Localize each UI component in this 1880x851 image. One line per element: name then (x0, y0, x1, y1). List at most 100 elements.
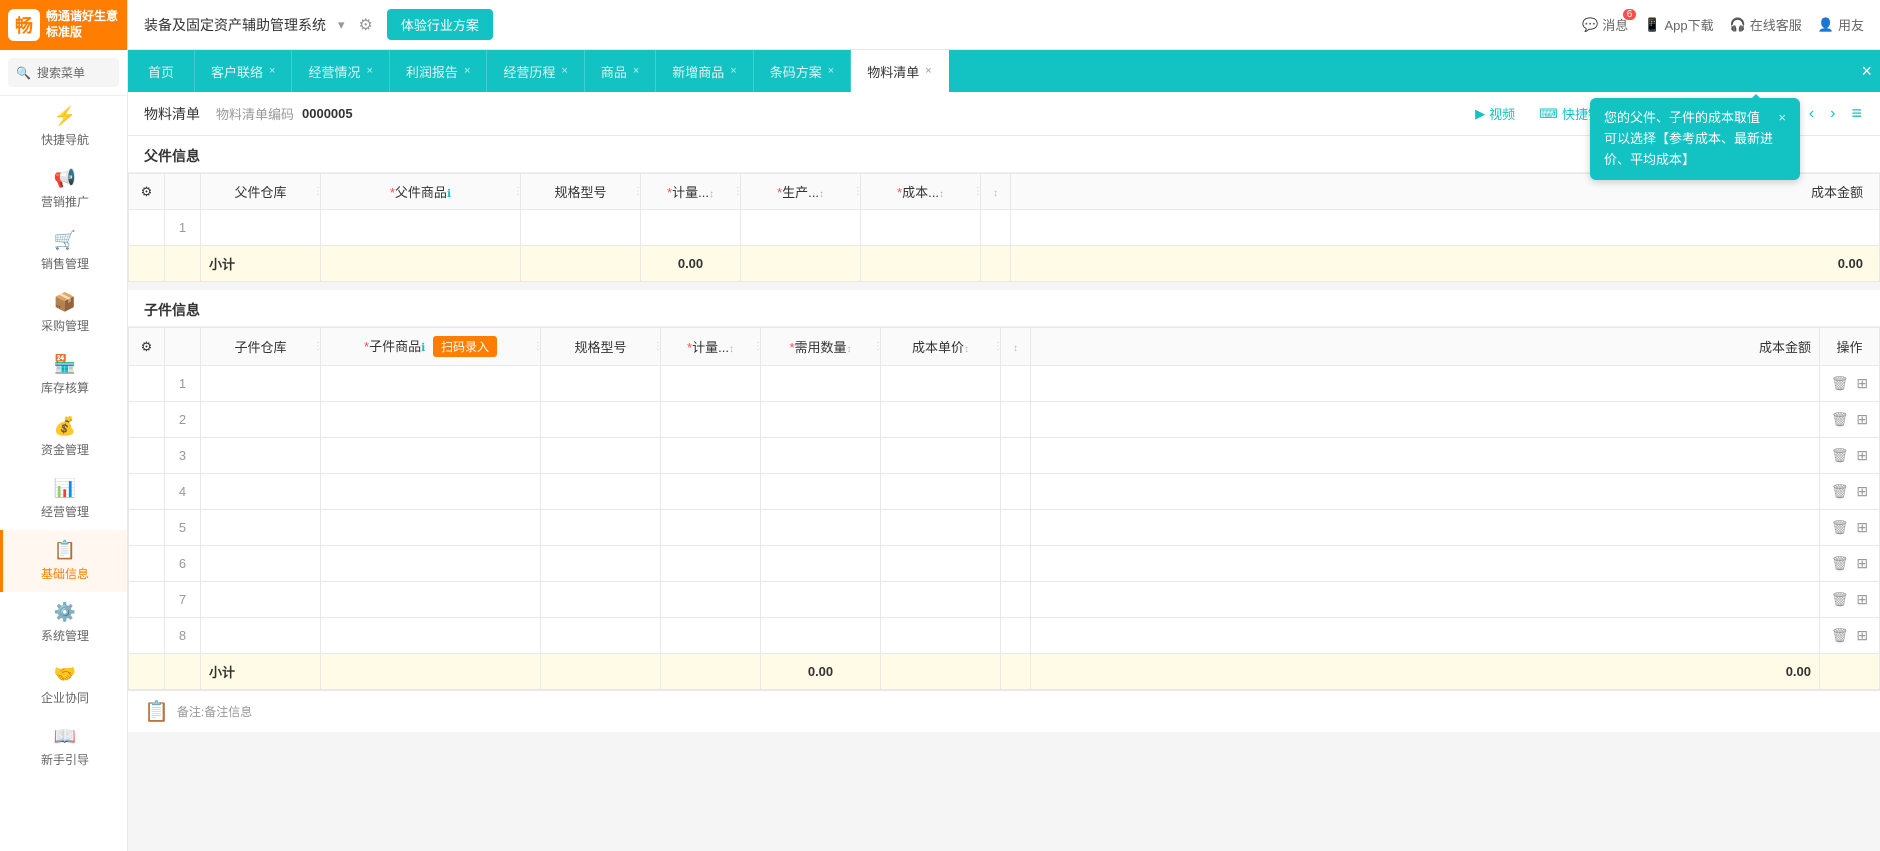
delete-row-3-btn[interactable]: 🗑 (1829, 445, 1851, 466)
child-resize-qty[interactable] (876, 328, 880, 365)
parent-col-settings: ⚙ (129, 174, 165, 210)
tab-bom[interactable]: 物料清单 × (851, 50, 948, 92)
tab-close-bom[interactable]: × (925, 65, 931, 77)
tab-close-operations[interactable]: × (366, 65, 372, 77)
search-menu-button[interactable]: 🔍 搜索菜单 (8, 58, 119, 87)
logo-text: 畅通谐好生意 标准版 (46, 9, 118, 40)
tab-customers[interactable]: 客户联络 × (195, 50, 292, 92)
parent-row-1-produce[interactable] (741, 210, 861, 246)
delete-row-6-btn[interactable]: 🗑 (1829, 553, 1851, 574)
trial-btn[interactable]: 体验行业方案 (387, 9, 493, 40)
delete-row-8-btn[interactable]: 🗑 (1829, 625, 1851, 646)
megaphone-icon: 📢 (54, 168, 76, 189)
scan-input-btn[interactable]: 扫码录入 (433, 336, 497, 357)
search-icon: 🔍 (16, 66, 31, 80)
delete-row-7-btn[interactable]: 🗑 (1829, 589, 1851, 610)
copy-row-4-btn[interactable]: ⊞ (1854, 481, 1870, 502)
child-subtotal-cost-amount: 0.00 (1031, 654, 1820, 690)
sidebar-item-system[interactable]: ⚙️ 系统管理 (0, 592, 127, 654)
tab-products[interactable]: 商品 × (585, 50, 656, 92)
tab-home[interactable]: 首页 (128, 50, 195, 92)
parent-row-1-warehouse[interactable] (201, 210, 321, 246)
sidebar-item-finance[interactable]: 💰 资金管理 (0, 406, 127, 468)
note-icon: 📋 (144, 699, 169, 724)
remark-text: 备注:备注信息 (177, 703, 252, 720)
copy-row-7-btn[interactable]: ⊞ (1854, 589, 1870, 610)
tab-barcode[interactable]: 条码方案 × (754, 50, 851, 92)
copy-row-8-btn[interactable]: ⊞ (1854, 625, 1870, 646)
sidebar-item-sales[interactable]: 🛒 销售管理 (0, 220, 127, 282)
child-resize-spec[interactable] (656, 328, 660, 365)
user-btn[interactable]: 👤 用友 (1818, 15, 1864, 34)
tab-close-history[interactable]: × (561, 65, 567, 77)
sidebar-item-basic-info[interactable]: 📋 基础信息 (0, 530, 127, 592)
copy-row-3-btn[interactable]: ⊞ (1854, 445, 1870, 466)
copy-row-5-btn[interactable]: ⊞ (1854, 517, 1870, 538)
tab-close-profit[interactable]: × (464, 65, 470, 77)
child-row-1-unit[interactable] (661, 366, 761, 402)
sidebar-item-marketing[interactable]: 📢 营销推广 (0, 158, 127, 220)
parent-row-1: 1 (129, 210, 1880, 246)
sidebar-item-quick-nav[interactable]: ⚡ 快捷导航 (0, 96, 127, 158)
child-row-1-warehouse[interactable] (201, 366, 321, 402)
tab-profit[interactable]: 利润报告 × (390, 50, 487, 92)
sidebar-item-enterprise[interactable]: 🤝 企业协同 (0, 654, 127, 716)
child-resize-warehouse[interactable] (316, 328, 320, 365)
close-all-tabs-btn[interactable]: × (1861, 61, 1880, 82)
child-row-1-spec[interactable] (541, 366, 661, 402)
tab-new-products[interactable]: 新增商品 × (656, 50, 753, 92)
app-download-btn[interactable]: 📱 App下载 (1644, 15, 1713, 34)
child-row-8-action: 🗑 ⊞ (1820, 618, 1880, 654)
child-row-6-action: 🗑 ⊞ (1820, 546, 1880, 582)
copy-row-1-btn[interactable]: ⊞ (1854, 373, 1870, 394)
sidebar-item-purchase[interactable]: 📦 采购管理 (0, 282, 127, 344)
tab-history[interactable]: 经营历程 × (487, 50, 584, 92)
tab-close-products[interactable]: × (633, 65, 639, 77)
resize-produce[interactable] (856, 174, 860, 209)
child-resize-product[interactable] (536, 328, 540, 365)
tab-close-barcode[interactable]: × (828, 65, 834, 77)
settings-col-icon[interactable]: ⚙ (141, 184, 153, 199)
delete-row-1-btn[interactable]: 🗑 (1829, 373, 1851, 394)
grid-view-btn[interactable]: ≡ (1849, 101, 1864, 126)
child-resize-unit-price[interactable] (996, 328, 1000, 365)
online-service-btn[interactable]: 🎧 在线客服 (1730, 15, 1802, 34)
nav-next-btn[interactable]: › (1828, 103, 1837, 125)
nav-prev-btn[interactable]: ‹ (1807, 103, 1816, 125)
tab-close-new-products[interactable]: × (730, 65, 736, 77)
video-btn[interactable]: ▶ 视频 (1469, 100, 1521, 127)
parent-row-1-unit[interactable] (641, 210, 741, 246)
message-btn[interactable]: 💬 6 消息 (1582, 15, 1628, 34)
sidebar-item-operations[interactable]: 📊 经营管理 (0, 468, 127, 530)
parent-row-1-cost-amount (1011, 210, 1880, 246)
child-row-1-qty[interactable] (761, 366, 881, 402)
child-row-1-settings (129, 366, 165, 402)
parent-row-1-cost[interactable] (861, 210, 981, 246)
delete-row-4-btn[interactable]: 🗑 (1829, 481, 1851, 502)
tab-operations[interactable]: 经营情况 × (292, 50, 389, 92)
resize-cost[interactable] (976, 174, 980, 209)
child-resize-unit[interactable] (756, 328, 760, 365)
sidebar-item-guide[interactable]: 📖 新手引导 (0, 716, 127, 778)
copy-row-2-btn[interactable]: ⊞ (1854, 409, 1870, 430)
child-row-1-unit-price[interactable] (881, 366, 1001, 402)
sidebar-item-inventory[interactable]: 🏪 库存核算 (0, 344, 127, 406)
delete-row-5-btn[interactable]: 🗑 (1829, 517, 1851, 538)
resize-warehouse[interactable] (316, 174, 320, 209)
parent-row-1-spec[interactable] (521, 210, 641, 246)
resize-product[interactable] (516, 174, 520, 209)
parent-row-1-product[interactable] (321, 210, 521, 246)
tooltip-close-btn[interactable]: × (1778, 108, 1786, 129)
settings-icon-btn[interactable]: ⚙ (357, 13, 375, 37)
app-logo: 畅 畅通谐好生意 标准版 (0, 0, 127, 50)
resize-unit[interactable] (736, 174, 740, 209)
tab-close-customers[interactable]: × (269, 65, 275, 77)
child-row-1-product[interactable] (321, 366, 541, 402)
child-settings-col-icon[interactable]: ⚙ (141, 339, 153, 354)
parent-subtotal-c5 (981, 246, 1011, 282)
resize-spec[interactable] (636, 174, 640, 209)
delete-row-2-btn[interactable]: 🗑 (1829, 409, 1851, 430)
child-col-product: *子件商品ℹ 扫码录入 (321, 328, 541, 366)
child-col-cost-amount: 成本金额 (1031, 328, 1820, 366)
copy-row-6-btn[interactable]: ⊞ (1854, 553, 1870, 574)
